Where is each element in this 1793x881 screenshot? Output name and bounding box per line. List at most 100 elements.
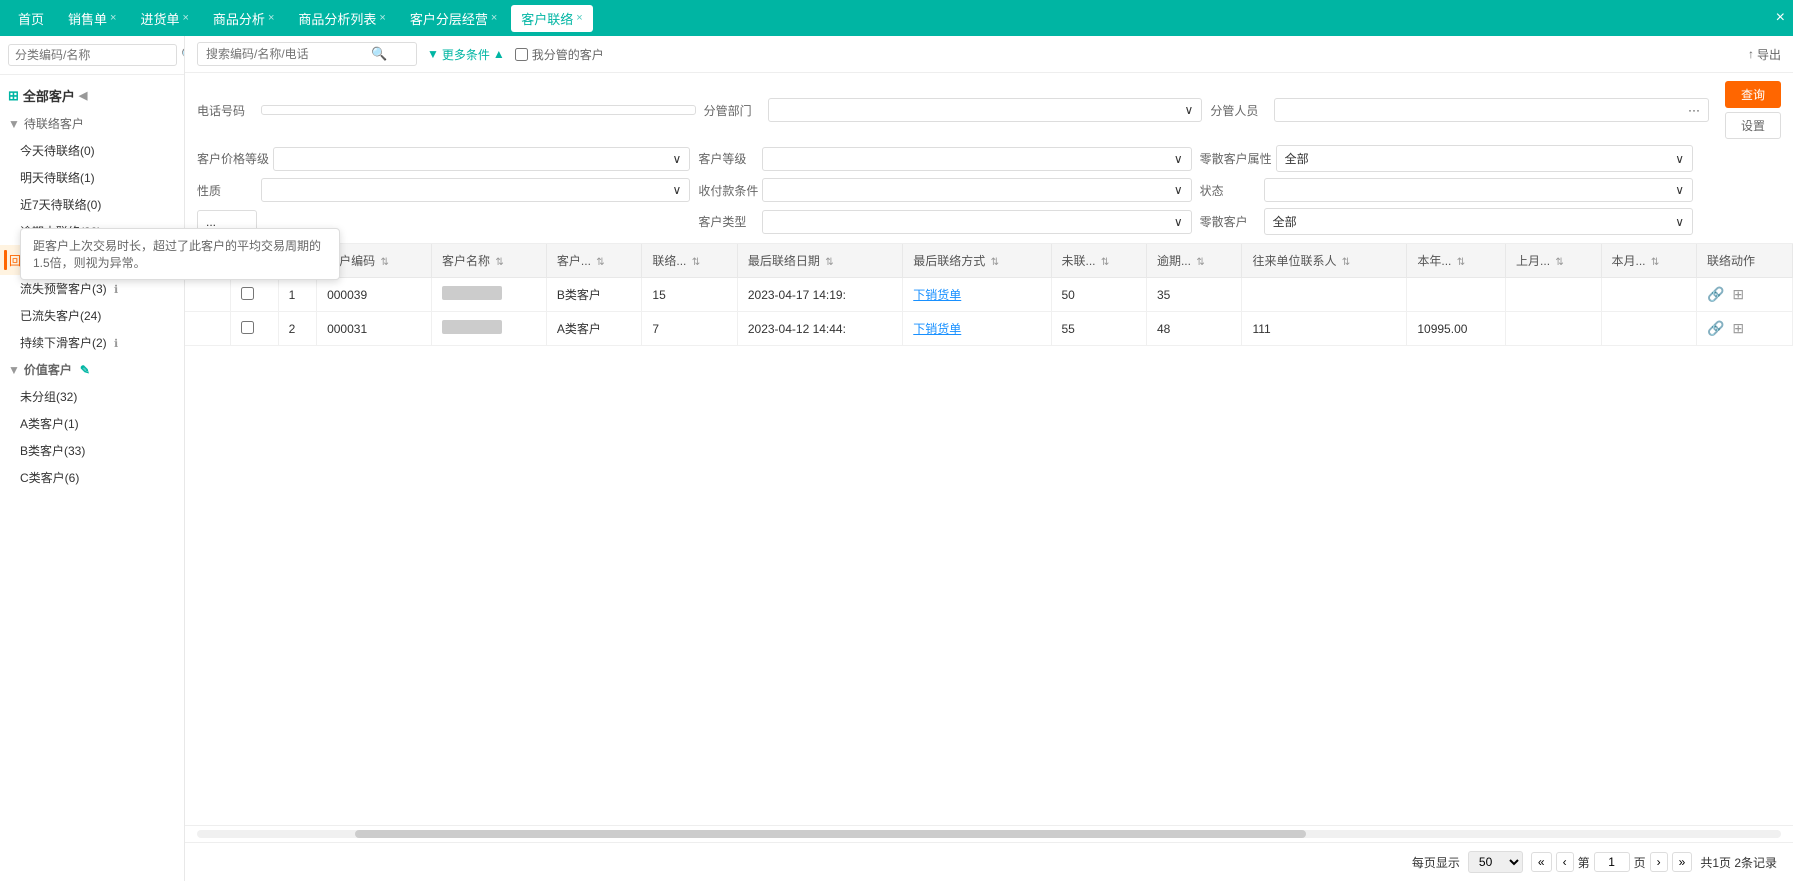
row2-more-icon[interactable]: ⊞ (1732, 320, 1744, 337)
sidebar-search-input[interactable] (8, 44, 177, 66)
col-grade[interactable]: 客户... ⇅ (546, 244, 641, 278)
col-last-month-sort-icon[interactable]: ⇅ (1555, 257, 1563, 268)
nav-analysis[interactable]: 商品分析 × (203, 5, 284, 32)
settings-button[interactable]: 设置 (1725, 112, 1781, 139)
sidebar: 🔍 ⊞ 全部客户 ◀ ▼ 待联络客户 今天待联络(0) 明天待联络(1) 近7天… (0, 36, 185, 881)
col-this-year-sort-icon[interactable]: ⇅ (1457, 257, 1465, 268)
dept-select[interactable]: ∨ (768, 98, 1203, 122)
scatter-attr-chevron: ∨ (1675, 152, 1684, 166)
query-button[interactable]: 查询 (1725, 81, 1781, 108)
sidebar-all-customers[interactable]: ⊞ 全部客户 ◀ (0, 81, 184, 110)
scatter-customer-select[interactable]: 全部 ∨ (1264, 208, 1693, 235)
ungrouped-label: 未分组(32) (20, 390, 77, 404)
a-class-label: A类客户(1) (20, 417, 79, 431)
col-contact[interactable]: 联络... ⇅ (642, 244, 737, 278)
row1-last-method-link[interactable]: 下销货单 (913, 288, 961, 302)
row2-name (432, 312, 547, 346)
row2-contact-icon[interactable]: 🔗 (1707, 320, 1724, 337)
sidebar-collapse-icon: ◀ (79, 89, 87, 102)
col-grade-sort-icon[interactable]: ⇅ (596, 257, 604, 268)
phone-input[interactable] (261, 105, 696, 115)
nav-analysis-list-close[interactable]: × (379, 12, 385, 24)
sidebar-tomorrow-pending[interactable]: 明天待联络(1) (0, 164, 184, 191)
nav-analysis-close[interactable]: × (268, 12, 274, 24)
col-name-sort-icon[interactable]: ⇅ (495, 257, 503, 268)
row2-last-method[interactable]: 下销货单 (903, 312, 1051, 346)
col-uncontacted[interactable]: 未联... ⇅ (1051, 244, 1146, 278)
close-all-button[interactable]: × (1776, 9, 1785, 27)
sidebar-week-pending[interactable]: 近7天待联络(0) (0, 191, 184, 218)
person-dots[interactable]: ··· (1688, 103, 1700, 117)
col-this-month-sort-icon[interactable]: ⇅ (1651, 257, 1659, 268)
nature-select[interactable]: ∨ (261, 178, 690, 202)
sidebar-today-pending[interactable]: 今天待联络(0) (0, 137, 184, 164)
my-customers-checkbox-wrap: 我分管的客户 (515, 46, 604, 63)
col-contact-sort-icon[interactable]: ⇅ (692, 257, 700, 268)
my-customers-label: 我分管的客户 (532, 46, 604, 63)
col-last-month[interactable]: 上月... ⇅ (1506, 244, 1601, 278)
col-last-date[interactable]: 最后联络日期 ⇅ (737, 244, 902, 278)
search-icon[interactable]: 🔍 (371, 46, 387, 62)
sidebar-a-class[interactable]: A类客户(1) (0, 410, 184, 437)
b-class-label: B类客户(33) (20, 444, 85, 458)
nav-purchase-close[interactable]: × (182, 12, 188, 24)
nav-customer-tier[interactable]: 客户分层经营 × (400, 5, 507, 32)
col-unit-contact-sort-icon[interactable]: ⇅ (1342, 257, 1350, 268)
status-select[interactable]: ∨ (1264, 178, 1693, 202)
nav-customer-contact-close[interactable]: × (576, 12, 582, 24)
value-customer-edit-icon[interactable]: ✎ (80, 363, 90, 377)
payment-select[interactable]: ∨ (762, 178, 1191, 202)
export-button[interactable]: ↑ 导出 (1748, 46, 1781, 63)
nav-customer-contact[interactable]: 客户联络 × (511, 5, 592, 32)
col-uncontacted-sort-icon[interactable]: ⇅ (1101, 257, 1109, 268)
row1-contact-icon[interactable]: 🔗 (1707, 286, 1724, 303)
price-grade-select[interactable]: ∨ (273, 147, 690, 171)
customer-grade-select[interactable]: ∨ (762, 147, 1191, 171)
last-page-button[interactable]: » (1672, 852, 1693, 872)
nav-purchase[interactable]: 进货单 × (130, 5, 198, 32)
customer-type-select[interactable]: ∨ (762, 210, 1191, 234)
nav-home[interactable]: 首页 (8, 5, 54, 32)
col-last-method[interactable]: 最后联络方式 ⇅ (903, 244, 1051, 278)
col-this-year[interactable]: 本年... ⇅ (1407, 244, 1506, 278)
col-this-year-label: 本年... (1417, 254, 1451, 268)
col-overdue-sort-icon[interactable]: ⇅ (1196, 257, 1204, 268)
scrollbar-thumb[interactable] (355, 830, 1305, 838)
col-last-method-label: 最后联络方式 (913, 254, 985, 268)
col-code-sort-icon[interactable]: ⇅ (380, 257, 388, 268)
nav-sales-close[interactable]: × (110, 12, 116, 24)
sidebar-c-class[interactable]: C类客户(6) (0, 464, 184, 491)
row1-more-icon[interactable]: ⊞ (1732, 286, 1744, 303)
col-last-method-sort-icon[interactable]: ⇅ (991, 257, 999, 268)
sidebar-already-lost[interactable]: 已流失客户(24) (0, 302, 184, 329)
page-input[interactable] (1594, 852, 1630, 872)
sidebar-pending-section[interactable]: ▼ 待联络客户 (0, 110, 184, 137)
my-customers-checkbox[interactable] (515, 48, 528, 61)
person-input[interactable]: ··· (1274, 98, 1709, 122)
first-page-button[interactable]: « (1531, 852, 1552, 872)
nav-sales[interactable]: 销售单 × (58, 5, 126, 32)
prev-page-button[interactable]: ‹ (1556, 852, 1574, 872)
search-input[interactable] (206, 47, 366, 61)
row2-this-year: 10995.00 (1407, 312, 1506, 346)
nav-customer-tier-close[interactable]: × (491, 12, 497, 24)
nav-analysis-list[interactable]: 商品分析列表 × (288, 5, 395, 32)
row1-index: 1 (278, 278, 316, 312)
col-unit-contact[interactable]: 往来单位联系人 ⇅ (1242, 244, 1407, 278)
col-overdue[interactable]: 逾期... ⇅ (1146, 244, 1241, 278)
sidebar-ungrouped[interactable]: 未分组(32) (0, 383, 184, 410)
row2-check[interactable] (241, 321, 254, 334)
col-last-date-sort-icon[interactable]: ⇅ (825, 257, 833, 268)
sidebar-continuous-down[interactable]: 持续下滑客户(2) ℹ (0, 329, 184, 356)
col-name[interactable]: 客户名称 ⇅ (432, 244, 547, 278)
per-page-select[interactable]: 50 100 200 (1468, 851, 1523, 873)
row1-last-method[interactable]: 下销货单 (903, 278, 1051, 312)
row2-last-method-link[interactable]: 下销货单 (913, 322, 961, 336)
next-page-button[interactable]: › (1650, 852, 1668, 872)
row1-check[interactable] (241, 287, 254, 300)
horizontal-scrollbar[interactable] (185, 825, 1793, 842)
more-conditions-button[interactable]: ▼ 更多条件 ▲ (427, 46, 505, 63)
sidebar-b-class[interactable]: B类客户(33) (0, 437, 184, 464)
scatter-attr-select[interactable]: 全部 ∨ (1276, 145, 1693, 172)
col-this-month[interactable]: 本月... ⇅ (1601, 244, 1696, 278)
